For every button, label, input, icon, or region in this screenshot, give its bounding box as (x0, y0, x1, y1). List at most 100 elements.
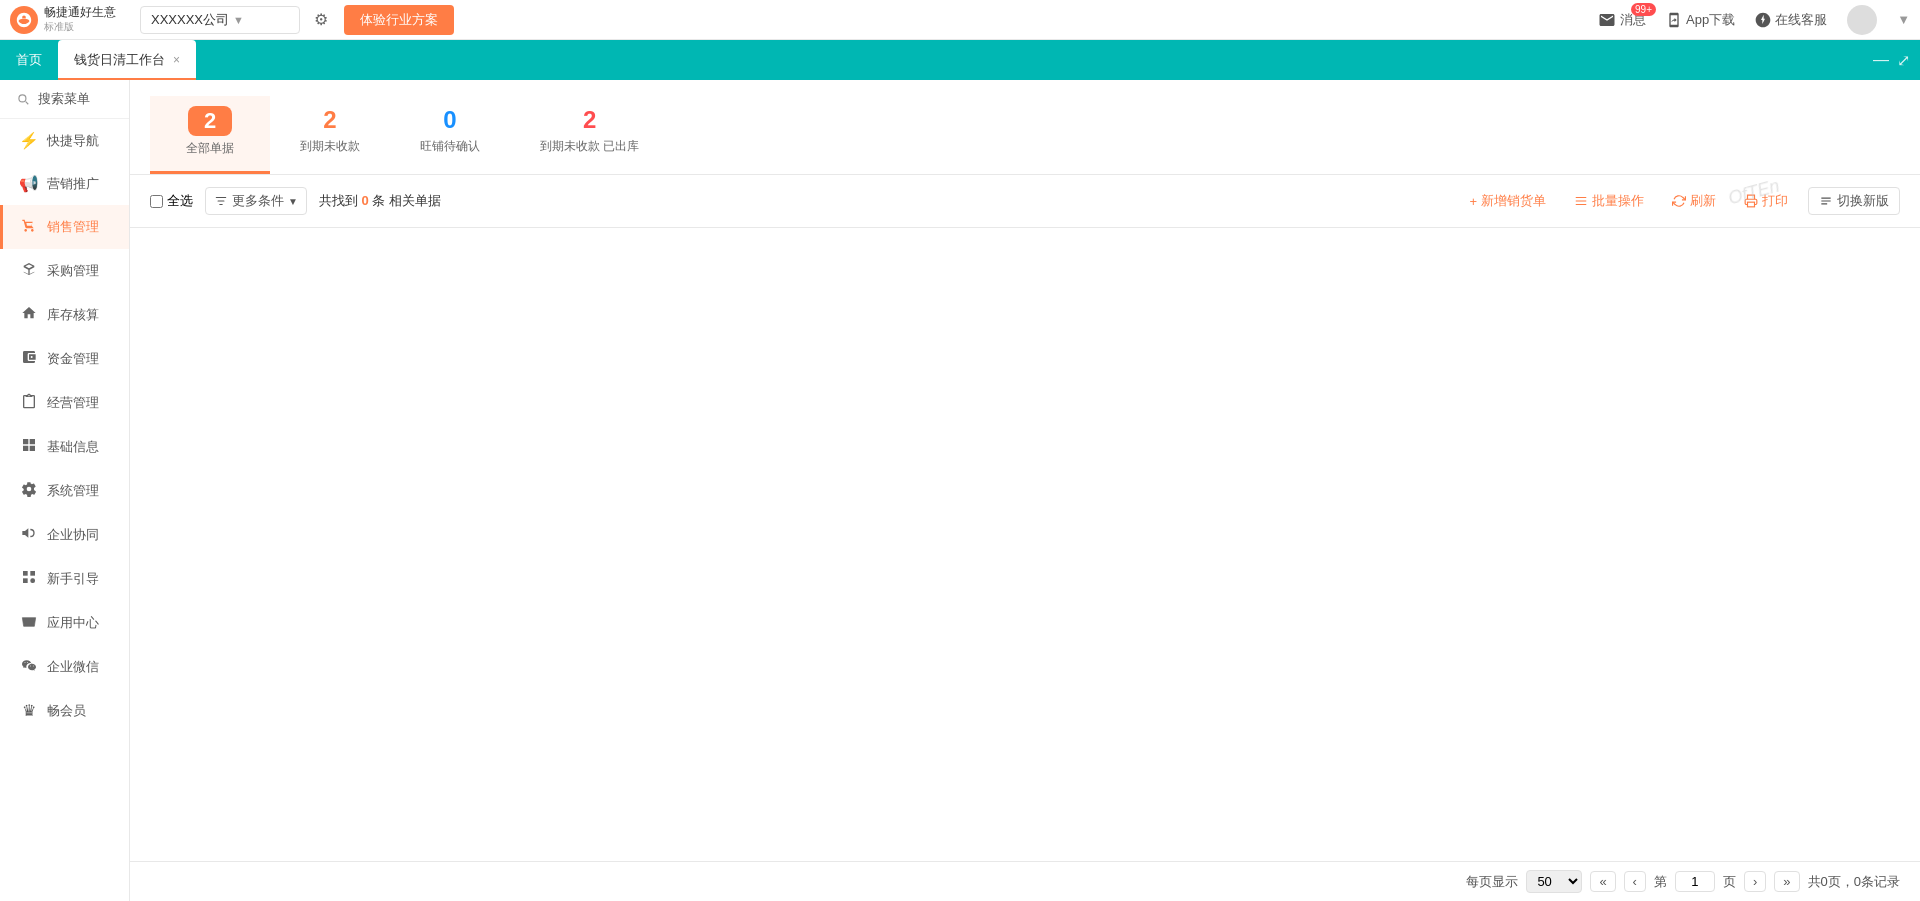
sidebar-item-guide[interactable]: 新手引导 (0, 557, 129, 601)
sidebar-item-sales-label: 销售管理 (47, 218, 99, 236)
sidebar-item-weixin[interactable]: 企业微信 (0, 645, 129, 689)
toolbar-right: + 新增销货单 批量操作 刷新 打印 切换新版 (1461, 187, 1900, 215)
card-all[interactable]: 2 全部单据 (150, 96, 270, 174)
avatar[interactable] (1847, 5, 1877, 35)
tab-actions: — ⤢ (1863, 51, 1920, 70)
sidebar-item-quick-nav[interactable]: ⚡ 快捷导航 (0, 119, 129, 162)
total-info: 共0页，0条记录 (1808, 873, 1900, 891)
card-shipped-label: 到期未收款 已出库 (540, 138, 639, 155)
card-pending-count: 0 (443, 106, 456, 134)
select-all-checkbox[interactable]: 全选 (150, 192, 193, 210)
wallet-icon (19, 349, 39, 369)
settings-icon[interactable]: ⚙ (310, 6, 332, 33)
more-filter-button[interactable]: 更多条件 ▼ (205, 187, 307, 215)
per-page-label: 每页显示 (1466, 873, 1518, 891)
card-overdue-label: 到期未收款 (300, 138, 360, 155)
message-badge: 99+ (1631, 3, 1656, 16)
empty-state (130, 228, 1920, 861)
app-name: 畅捷通好生意 (44, 5, 116, 21)
select-all-label: 全选 (167, 192, 193, 210)
clipboard-icon (19, 393, 39, 413)
sidebar-item-finance[interactable]: 资金管理 (0, 337, 129, 381)
sidebar-item-sales[interactable]: 销售管理 (0, 205, 129, 249)
last-page-button[interactable]: » (1774, 871, 1799, 892)
per-page-select[interactable]: 50 100 200 (1526, 870, 1582, 893)
page-suffix: 页 (1723, 873, 1736, 891)
app-download-action[interactable]: App下载 (1666, 11, 1735, 29)
online-service-action[interactable]: 在线客服 (1755, 11, 1827, 29)
table-area (130, 228, 1920, 861)
logo: 畅捷通好生意 标准版 (10, 5, 140, 35)
tab-home-label: 首页 (16, 51, 42, 69)
megaphone-icon: 📢 (19, 174, 39, 193)
search-menu-item[interactable]: 搜索菜单 (0, 80, 129, 119)
card-shipped[interactable]: 2 到期未收款 已出库 (510, 96, 669, 174)
count-prefix: 共找到 (319, 193, 358, 208)
new-order-button[interactable]: + 新增销货单 (1461, 188, 1554, 214)
sidebar-item-member[interactable]: ♛ 畅会员 (0, 689, 129, 732)
main-layout: 搜索菜单 ⚡ 快捷导航 📢 营销推广 销售管理 采购管理 库存核算 (0, 80, 1920, 901)
sidebar-item-purchase[interactable]: 采购管理 (0, 249, 129, 293)
cart-icon (19, 217, 39, 237)
store-icon (19, 613, 39, 633)
sidebar-item-operations[interactable]: 经营管理 (0, 381, 129, 425)
minimize-icon[interactable]: — (1873, 51, 1889, 69)
sidebar-item-inventory[interactable]: 库存核算 (0, 293, 129, 337)
switch-version-label: 切换新版 (1837, 192, 1889, 210)
first-page-button[interactable]: « (1590, 871, 1615, 892)
company-name: XXXXXX公司 (151, 11, 229, 29)
user-menu-action[interactable]: ▼ (1897, 12, 1910, 27)
app-download-label: App下载 (1686, 11, 1735, 29)
batch-ops-button[interactable]: 批量操作 (1566, 188, 1652, 214)
svg-rect-4 (1748, 202, 1755, 207)
sidebar-item-enterprise[interactable]: 企业协同 (0, 513, 129, 557)
system-icon (19, 481, 39, 501)
sidebar-item-system[interactable]: 系统管理 (0, 469, 129, 513)
sidebar-item-marketing[interactable]: 📢 营销推广 (0, 162, 129, 205)
toolbar: 全选 更多条件 ▼ 共找到 0 条 相关单据 + 新增销货单 (130, 175, 1920, 228)
message-action[interactable]: 消息 99+ (1598, 11, 1646, 29)
card-pending[interactable]: 0 旺铺待确认 (390, 96, 510, 174)
maximize-icon[interactable]: ⤢ (1897, 51, 1910, 70)
page-number-input[interactable] (1675, 871, 1715, 892)
refresh-label: 刷新 (1690, 192, 1716, 210)
new-order-label: 新增销货单 (1481, 192, 1546, 210)
next-page-button[interactable]: › (1744, 871, 1766, 892)
tab-cashflow[interactable]: 钱货日清工作台 × (58, 40, 196, 80)
svg-rect-2 (23, 578, 28, 583)
experience-button[interactable]: 体验行业方案 (344, 5, 454, 35)
print-button[interactable]: 打印 (1736, 188, 1796, 214)
refresh-button[interactable]: 刷新 (1664, 188, 1724, 214)
company-selector[interactable]: XXXXXX公司 ▼ (140, 6, 300, 34)
switch-version-button[interactable]: 切换新版 (1808, 187, 1900, 215)
sidebar-item-member-label: 畅会员 (47, 702, 86, 720)
card-overdue-count: 2 (323, 106, 336, 134)
print-label: 打印 (1762, 192, 1788, 210)
sidebar-item-marketing-label: 营销推广 (47, 175, 99, 193)
header: 畅捷通好生意 标准版 XXXXXX公司 ▼ ⚙ 体验行业方案 消息 99+ Ap… (0, 0, 1920, 40)
sidebar-item-basic[interactable]: 基础信息 (0, 425, 129, 469)
count-unit: 条 (372, 193, 385, 208)
sidebar-item-quick-nav-label: 快捷导航 (47, 132, 99, 150)
result-count: 0 (362, 193, 369, 208)
sidebar: 搜索菜单 ⚡ 快捷导航 📢 营销推广 销售管理 采购管理 库存核算 (0, 80, 130, 901)
svg-rect-3 (30, 578, 35, 583)
flash-icon: ⚡ (19, 131, 39, 150)
more-filter-label: 更多条件 (232, 192, 284, 210)
sidebar-item-finance-label: 资金管理 (47, 350, 99, 368)
sidebar-item-basic-label: 基础信息 (47, 438, 99, 456)
sidebar-item-appstore[interactable]: 应用中心 (0, 601, 129, 645)
card-overdue[interactable]: 2 到期未收款 (270, 96, 390, 174)
card-shipped-count: 2 (583, 106, 596, 134)
chevron-down-icon: ▼ (233, 14, 244, 26)
page-label: 第 (1654, 873, 1667, 891)
guide-icon (19, 569, 39, 589)
prev-page-button[interactable]: ‹ (1624, 871, 1646, 892)
close-tab-icon[interactable]: × (173, 53, 180, 67)
sidebar-item-operations-label: 经营管理 (47, 394, 99, 412)
select-all-input[interactable] (150, 195, 163, 208)
sidebar-item-system-label: 系统管理 (47, 482, 99, 500)
nav-tabs: 首页 钱货日清工作台 × — ⤢ (0, 40, 1920, 80)
tab-home[interactable]: 首页 (0, 40, 58, 80)
count-info: 共找到 0 条 相关单据 (319, 192, 441, 210)
